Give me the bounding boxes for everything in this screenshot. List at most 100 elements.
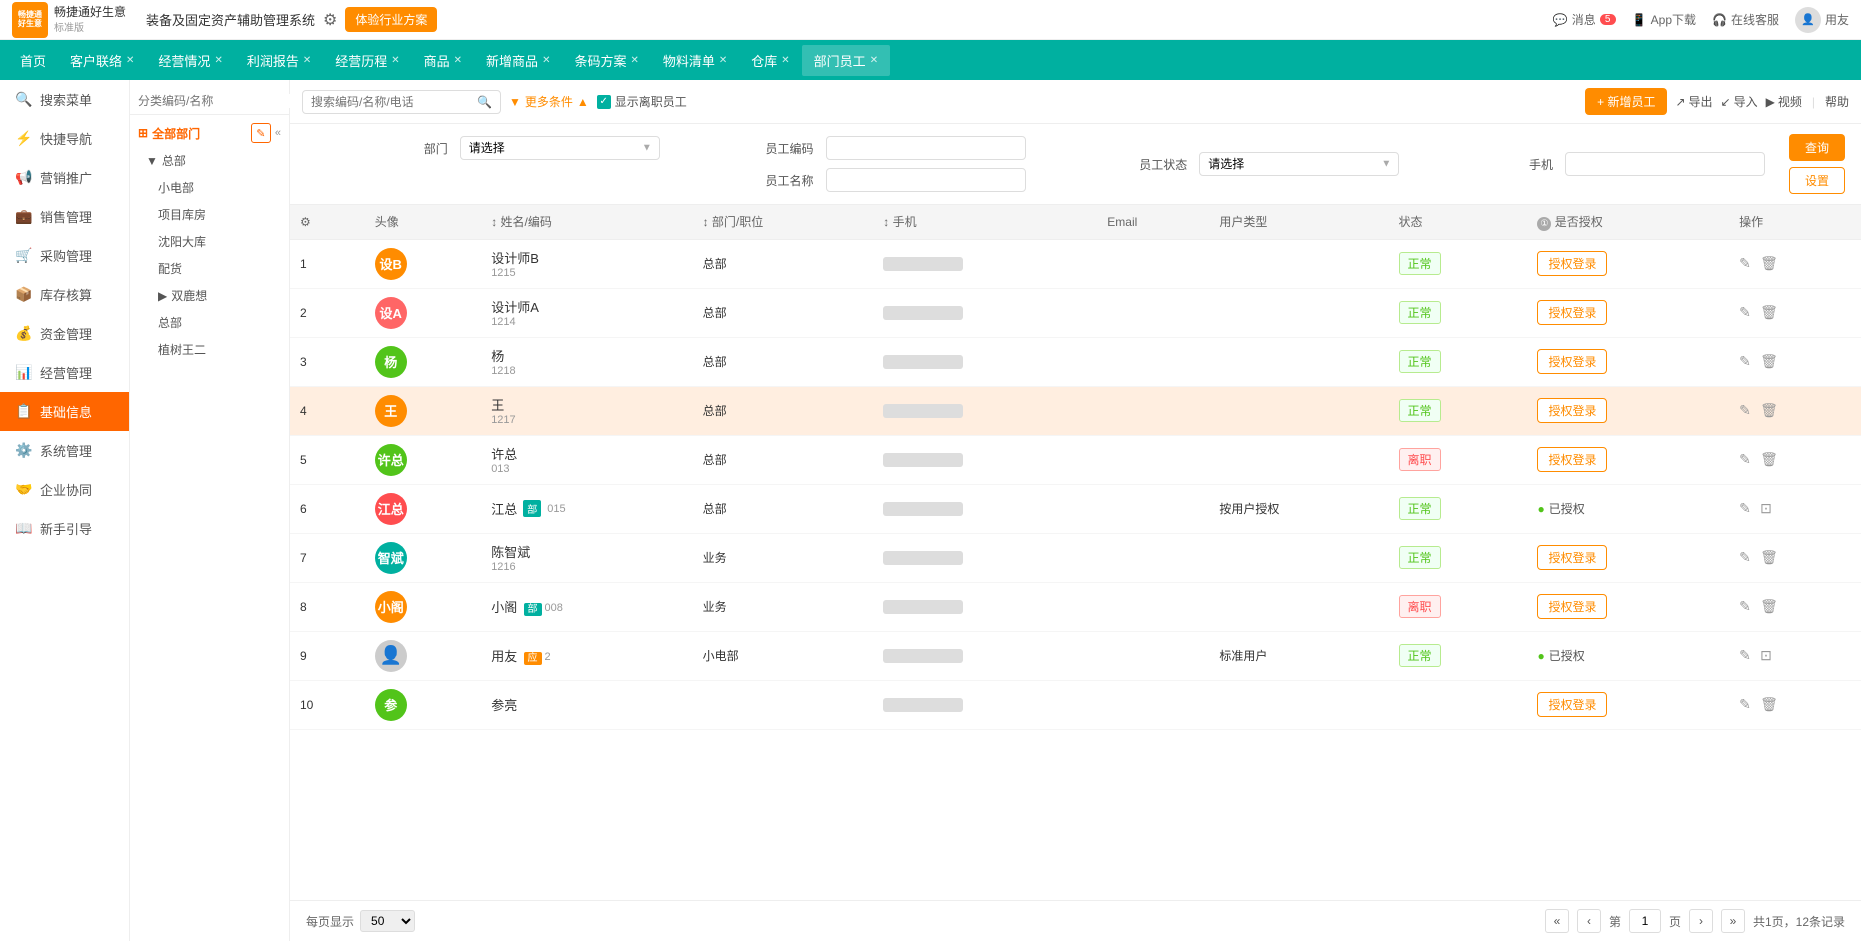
close-icon[interactable]: ✕ xyxy=(303,55,311,66)
reset-btn[interactable]: 设置 xyxy=(1789,167,1845,194)
delete-icon[interactable]: 🗑 xyxy=(1760,598,1778,614)
phone-input[interactable] xyxy=(1565,152,1765,176)
th-settings[interactable]: ⚙ xyxy=(290,205,365,239)
tab-history[interactable]: 经营历程 ✕ xyxy=(323,45,411,76)
last-page-btn[interactable]: » xyxy=(1721,909,1745,933)
export-btn[interactable]: ↗ 导出 xyxy=(1675,93,1712,110)
search-input[interactable] xyxy=(311,95,471,109)
auth-login-btn[interactable]: 授权登录 xyxy=(1537,594,1607,619)
tab-operation[interactable]: 经营情况 ✕ xyxy=(146,45,234,76)
dept-node-shenyang[interactable]: 沈阳大库 xyxy=(150,228,289,255)
delete-icon[interactable]: 🗑 xyxy=(1760,304,1778,320)
close-icon[interactable]: ✕ xyxy=(214,55,222,66)
th-name[interactable]: ↕ 姓名/编码 xyxy=(481,205,692,239)
tab-bom[interactable]: 物料清单 ✕ xyxy=(651,45,739,76)
sidebar-item-system[interactable]: ⚙️ 系统管理 xyxy=(0,431,129,470)
query-btn[interactable]: 查询 xyxy=(1789,134,1845,161)
tab-employee[interactable]: 部门员工 ✕ xyxy=(802,45,890,76)
sidebar-item-collab[interactable]: 🤝 企业协同 xyxy=(0,470,129,509)
edit-icon[interactable]: ✎ xyxy=(1739,451,1751,467)
tab-new-goods[interactable]: 新增商品 ✕ xyxy=(474,45,562,76)
dept-collapse-btn[interactable]: « xyxy=(275,127,281,139)
edit-icon[interactable]: ✎ xyxy=(1739,353,1751,369)
dept-select-input[interactable]: 请选择 xyxy=(460,136,660,160)
edit-icon[interactable]: ✎ xyxy=(1739,598,1751,614)
sidebar-item-basic[interactable]: 📋 基础信息 xyxy=(0,392,129,431)
delete-icon[interactable]: ⊡ xyxy=(1760,500,1772,516)
tab-goods[interactable]: 商品 ✕ xyxy=(412,45,474,76)
settings-gear-icon[interactable]: ⚙ xyxy=(323,10,337,30)
first-page-btn[interactable]: « xyxy=(1545,909,1569,933)
sidebar-item-inventory[interactable]: 📦 库存核算 xyxy=(0,275,129,314)
edit-icon[interactable]: ✎ xyxy=(1739,402,1751,418)
dept-node-xiaodibu[interactable]: 小电部 xyxy=(150,174,289,201)
tab-customer[interactable]: 客户联络 ✕ xyxy=(58,45,146,76)
user-area[interactable]: 👤 用友 xyxy=(1795,7,1849,33)
close-icon[interactable]: ✕ xyxy=(126,55,134,66)
dept-node-zongbu[interactable]: ▼ 总部 xyxy=(138,147,289,174)
dept-filter-select[interactable]: 请选择 ▼ xyxy=(460,136,660,160)
sidebar-item-purchase[interactable]: 🛒 采购管理 xyxy=(0,236,129,275)
sidebar-item-guide[interactable]: 📖 新手引导 xyxy=(0,509,129,548)
dept-search-input[interactable] xyxy=(138,94,293,108)
close-icon[interactable]: ✕ xyxy=(454,55,462,66)
delete-icon[interactable]: 🗑 xyxy=(1760,255,1778,271)
auth-login-btn[interactable]: 授权登录 xyxy=(1537,692,1607,717)
auth-login-btn[interactable]: 授权登录 xyxy=(1537,398,1607,423)
edit-icon[interactable]: ✎ xyxy=(1739,647,1751,663)
sidebar-item-operation[interactable]: 📊 经营管理 xyxy=(0,353,129,392)
delete-icon[interactable]: 🗑 xyxy=(1760,549,1778,565)
trial-btn[interactable]: 体验行业方案 xyxy=(345,7,437,32)
show-resigned-area[interactable]: ✓ 显示离职员工 xyxy=(597,93,687,110)
edit-icon[interactable]: ✎ xyxy=(1739,696,1751,712)
add-employee-btn[interactable]: + 新增员工 xyxy=(1585,88,1667,115)
emp-status-select-input[interactable]: 请选择 xyxy=(1199,152,1399,176)
delete-icon[interactable]: ⊡ xyxy=(1760,647,1772,663)
close-icon[interactable]: ✕ xyxy=(630,55,638,66)
current-page-input[interactable] xyxy=(1629,909,1661,933)
sidebar-item-marketing[interactable]: 📢 营销推广 xyxy=(0,158,129,197)
message-btn[interactable]: 💬 消息 5 xyxy=(1553,11,1616,28)
view-btn[interactable]: ▶ 视频 xyxy=(1766,93,1802,110)
more-filter-btn[interactable]: ▼ 更多条件 ▲ xyxy=(509,93,589,110)
auth-login-btn[interactable]: 授权登录 xyxy=(1537,300,1607,325)
dept-node-zongbu2[interactable]: 总部 xyxy=(150,309,289,336)
delete-icon[interactable]: 🗑 xyxy=(1760,353,1778,369)
tab-profit[interactable]: 利润报告 ✕ xyxy=(235,45,323,76)
emp-name-input[interactable] xyxy=(826,168,1026,192)
sidebar-item-search[interactable]: 🔍 搜索菜单 xyxy=(0,80,129,119)
import-btn[interactable]: ↙ 导入 xyxy=(1721,93,1758,110)
close-icon[interactable]: ✕ xyxy=(542,55,550,66)
dept-node-zhishu[interactable]: 植树王二 xyxy=(150,336,289,363)
close-icon[interactable]: ✕ xyxy=(781,55,789,66)
delete-icon[interactable]: 🗑 xyxy=(1760,451,1778,467)
prev-page-btn[interactable]: ‹ xyxy=(1577,909,1601,933)
auth-login-btn[interactable]: 授权登录 xyxy=(1537,545,1607,570)
per-page-select[interactable]: 50 100 xyxy=(360,910,415,932)
th-dept[interactable]: ↕ 部门/职位 xyxy=(693,205,874,239)
th-phone[interactable]: ↕ 手机 xyxy=(873,205,1097,239)
tab-barcode[interactable]: 条码方案 ✕ xyxy=(562,45,650,76)
edit-icon[interactable]: ✎ xyxy=(1739,500,1751,516)
sidebar-item-finance[interactable]: 💰 资金管理 xyxy=(0,314,129,353)
dept-node-peihuo[interactable]: 配货 xyxy=(150,255,289,282)
edit-icon[interactable]: ✎ xyxy=(1739,304,1751,320)
tab-home[interactable]: 首页 xyxy=(8,45,58,76)
tab-warehouse[interactable]: 仓库 ✕ xyxy=(739,45,801,76)
auth-login-btn[interactable]: 授权登录 xyxy=(1537,251,1607,276)
next-page-btn[interactable]: › xyxy=(1689,909,1713,933)
auth-login-btn[interactable]: 授权登录 xyxy=(1537,349,1607,374)
dept-node-shuanglu[interactable]: ▶ 双鹿想 xyxy=(150,282,289,309)
delete-icon[interactable]: 🗑 xyxy=(1760,696,1778,712)
sidebar-item-shortcut[interactable]: ⚡ 快捷导航 xyxy=(0,119,129,158)
delete-icon[interactable]: 🗑 xyxy=(1760,402,1778,418)
sidebar-item-sales[interactable]: 💼 销售管理 xyxy=(0,197,129,236)
emp-status-select[interactable]: 请选择 ▼ xyxy=(1199,152,1399,176)
emp-code-input[interactable] xyxy=(826,136,1026,160)
auth-login-btn[interactable]: 授权登录 xyxy=(1537,447,1607,472)
app-download-btn[interactable]: 📱 App下载 xyxy=(1632,11,1696,28)
edit-icon[interactable]: ✎ xyxy=(1739,549,1751,565)
dept-node-xiangmu[interactable]: 项目库房 xyxy=(150,201,289,228)
close-icon[interactable]: ✕ xyxy=(870,55,878,66)
edit-icon[interactable]: ✎ xyxy=(1739,255,1751,271)
